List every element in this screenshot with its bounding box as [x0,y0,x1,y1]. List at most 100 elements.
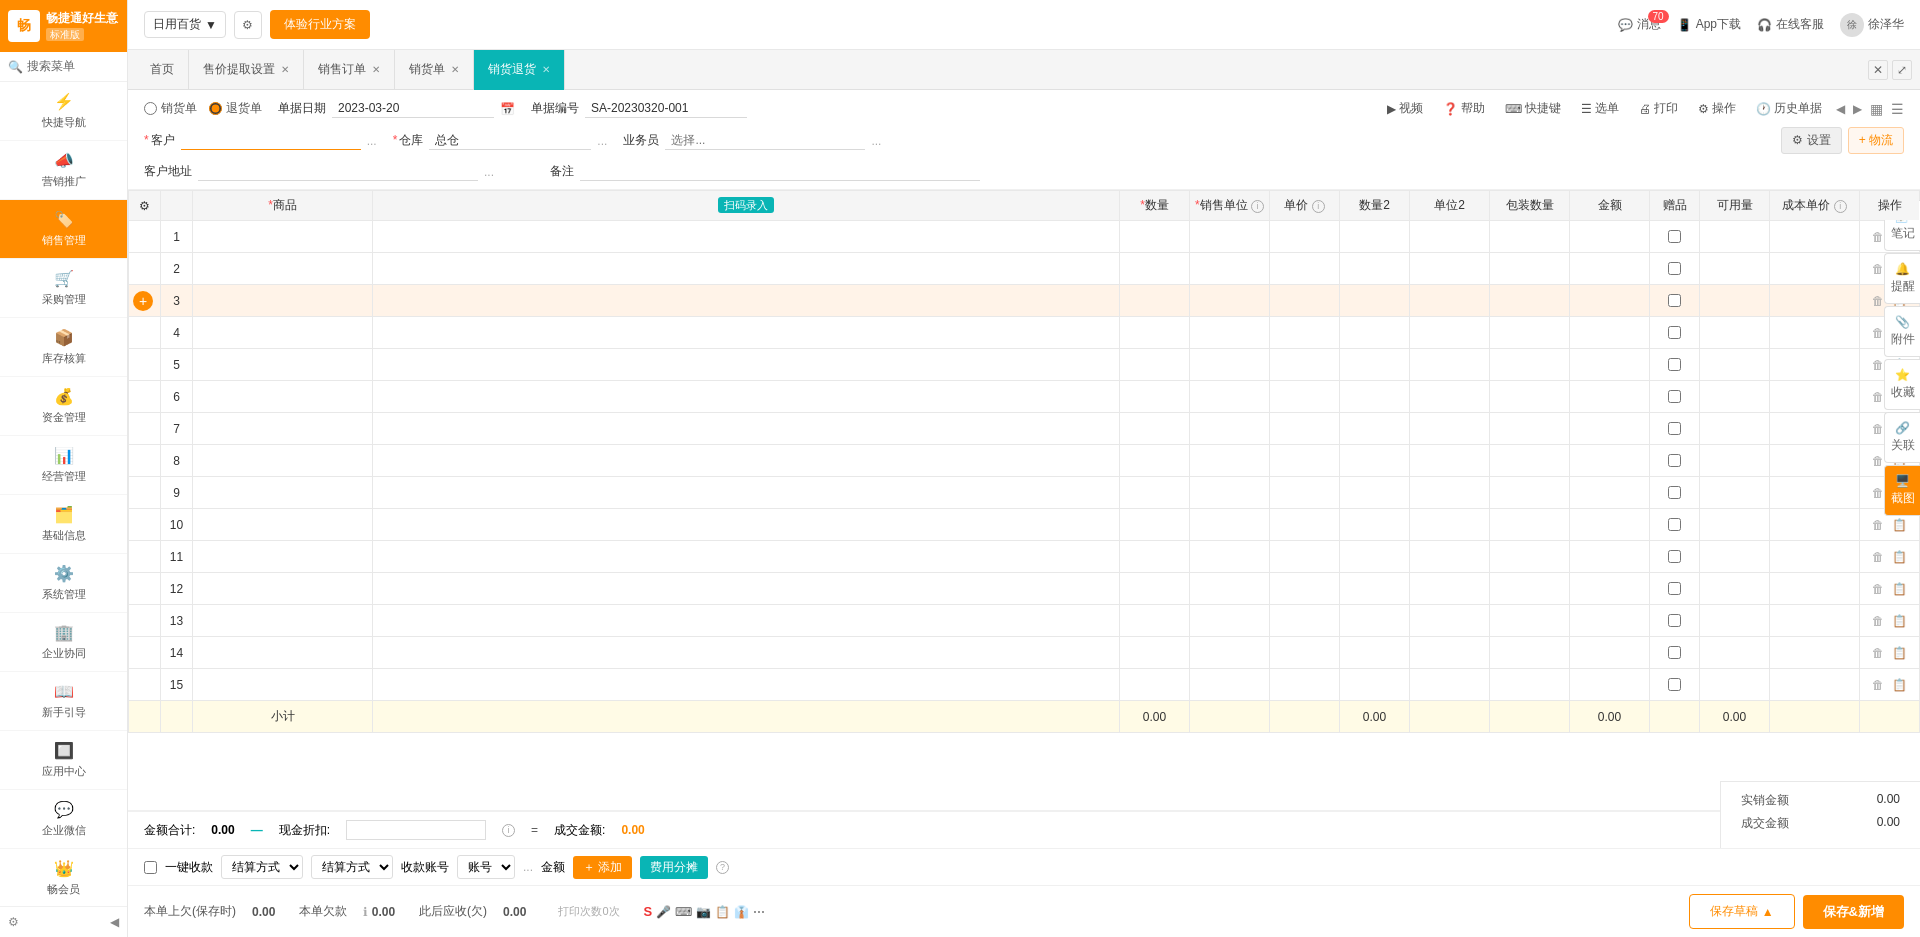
row-amount-cell[interactable] [1570,221,1650,253]
row-unit2-cell[interactable] [1410,285,1490,317]
delete-row-icon[interactable]: 🗑 [1872,486,1884,500]
save-draft-dropdown-icon[interactable]: ▲ [1762,905,1774,919]
row-unit-cell[interactable] [1190,509,1270,541]
sidebar-item-marketing[interactable]: 📣 营销推广 [0,141,127,200]
qty-input[interactable] [1124,228,1185,246]
row-price-cell[interactable] [1270,669,1340,701]
row-unit2-cell[interactable] [1410,477,1490,509]
row-qty-cell[interactable] [1120,637,1190,669]
online-service-button[interactable]: 🎧 在线客服 [1757,16,1824,33]
tab-sales[interactable]: 销货单 ✕ [395,50,474,90]
row-gift-cell[interactable] [1650,317,1700,349]
row-amount-cell[interactable] [1570,573,1650,605]
row-pack-cell[interactable] [1490,253,1570,285]
row-amount-cell[interactable] [1570,605,1650,637]
row-price-cell[interactable] [1270,509,1340,541]
qty-input[interactable] [1124,644,1185,662]
row-gift-cell[interactable] [1650,509,1700,541]
row-qty-cell[interactable] [1120,349,1190,381]
sidebar-search[interactable]: 🔍 搜索菜单 [0,52,127,82]
row-qty-cell[interactable] [1120,573,1190,605]
gift-checkbox[interactable] [1668,678,1681,691]
grid-view-icon[interactable]: ▦ [1870,101,1883,117]
calendar-icon[interactable]: 📅 [500,102,515,116]
one-click-payment-checkbox[interactable] [144,861,157,874]
row-price-cell[interactable] [1270,317,1340,349]
row-qty-cell[interactable] [1120,221,1190,253]
row-price-cell[interactable] [1270,381,1340,413]
scan-btn[interactable]: 扫码录入 [718,197,774,213]
staff-dots[interactable]: ... [871,134,881,148]
row-product-cell[interactable] [193,413,373,445]
row-unit-cell[interactable] [1190,573,1270,605]
tab-sales-close[interactable]: ✕ [451,64,459,75]
gift-checkbox[interactable] [1668,550,1681,563]
delete-row-icon[interactable]: 🗑 [1872,230,1884,244]
qty-input[interactable] [1124,612,1185,630]
delete-row-icon[interactable]: 🗑 [1872,326,1884,340]
row-price-cell[interactable] [1270,413,1340,445]
row-unit-cell[interactable] [1190,221,1270,253]
float-attachment-btn[interactable]: 📎 附件 [1884,306,1920,357]
float-star-btn[interactable]: ⭐ 收藏 [1884,359,1920,410]
row-unit2-cell[interactable] [1410,573,1490,605]
toolbar-print[interactable]: 🖨 打印 [1633,98,1684,119]
row-unit2-cell[interactable] [1410,541,1490,573]
delete-row-icon[interactable]: 🗑 [1872,614,1884,628]
float-alert-btn[interactable]: 🔔 提醒 [1884,253,1920,304]
settings-button[interactable]: ⚙ 设置 [1781,127,1841,154]
number-input[interactable] [585,99,747,118]
row-pack-cell[interactable] [1490,445,1570,477]
tab-sales-return[interactable]: 销货退货 ✕ [474,50,565,90]
row-product-cell[interactable] [193,605,373,637]
user-menu[interactable]: 徐 徐泽华 [1840,13,1904,37]
close-tab-btn[interactable]: ✕ [1868,60,1888,80]
warehouse-dots[interactable]: ... [597,134,607,148]
add-row-button[interactable]: + [133,291,153,311]
row-unit-cell[interactable] [1190,637,1270,669]
message-button[interactable]: 💬 消息 70 [1618,16,1661,33]
row-amount-cell[interactable] [1570,285,1650,317]
row-gift-cell[interactable] [1650,541,1700,573]
row-qty-cell[interactable] [1120,285,1190,317]
qty-input[interactable] [1124,580,1185,598]
row-product-cell[interactable] [193,221,373,253]
row-unit-cell[interactable] [1190,669,1270,701]
tab-sales-order-close[interactable]: ✕ [372,64,380,75]
row-product-cell[interactable] [193,541,373,573]
row-price-cell[interactable] [1270,285,1340,317]
staff-input[interactable] [665,131,865,150]
row-amount-cell[interactable] [1570,637,1650,669]
th-scan[interactable]: 扫码录入 [373,191,1120,221]
sidebar-item-member[interactable]: 👑 畅会员 [0,849,127,906]
tab-price-setting-close[interactable]: ✕ [281,64,289,75]
float-link-btn[interactable]: 🔗 关联 [1884,412,1920,463]
delete-row-icon[interactable]: 🗑 [1872,454,1884,468]
radio-return[interactable]: 退货单 [209,100,262,117]
row-qty2-cell[interactable] [1340,477,1410,509]
delete-row-icon[interactable]: 🗑 [1872,358,1884,372]
gift-checkbox[interactable] [1668,230,1681,243]
sidebar-item-operations[interactable]: 📊 经营管理 [0,436,127,495]
qty-input[interactable] [1124,324,1185,342]
row-qty-cell[interactable] [1120,509,1190,541]
row-qty2-cell[interactable] [1340,221,1410,253]
row-pack-cell[interactable] [1490,637,1570,669]
row-gift-cell[interactable] [1650,253,1700,285]
toolbar-select[interactable]: ☰ 选单 [1575,98,1625,119]
row-product-cell[interactable] [193,573,373,605]
th-settings[interactable]: ⚙ [129,191,161,221]
delete-row-icon[interactable]: 🗑 [1872,518,1884,532]
sidebar-item-guide[interactable]: 📖 新手引导 [0,672,127,731]
row-price-cell[interactable] [1270,349,1340,381]
row-unit2-cell[interactable] [1410,445,1490,477]
experience-button[interactable]: 体验行业方案 [270,10,370,39]
daily-category[interactable]: 日用百货 ▼ [144,11,226,38]
row-price-cell[interactable] [1270,221,1340,253]
delete-row-icon[interactable]: 🗑 [1872,262,1884,276]
row-qty2-cell[interactable] [1340,445,1410,477]
note-input[interactable] [580,162,980,181]
row-qty2-cell[interactable] [1340,573,1410,605]
qty-input[interactable] [1124,292,1185,310]
sidebar-item-apps[interactable]: 🔲 应用中心 [0,731,127,790]
